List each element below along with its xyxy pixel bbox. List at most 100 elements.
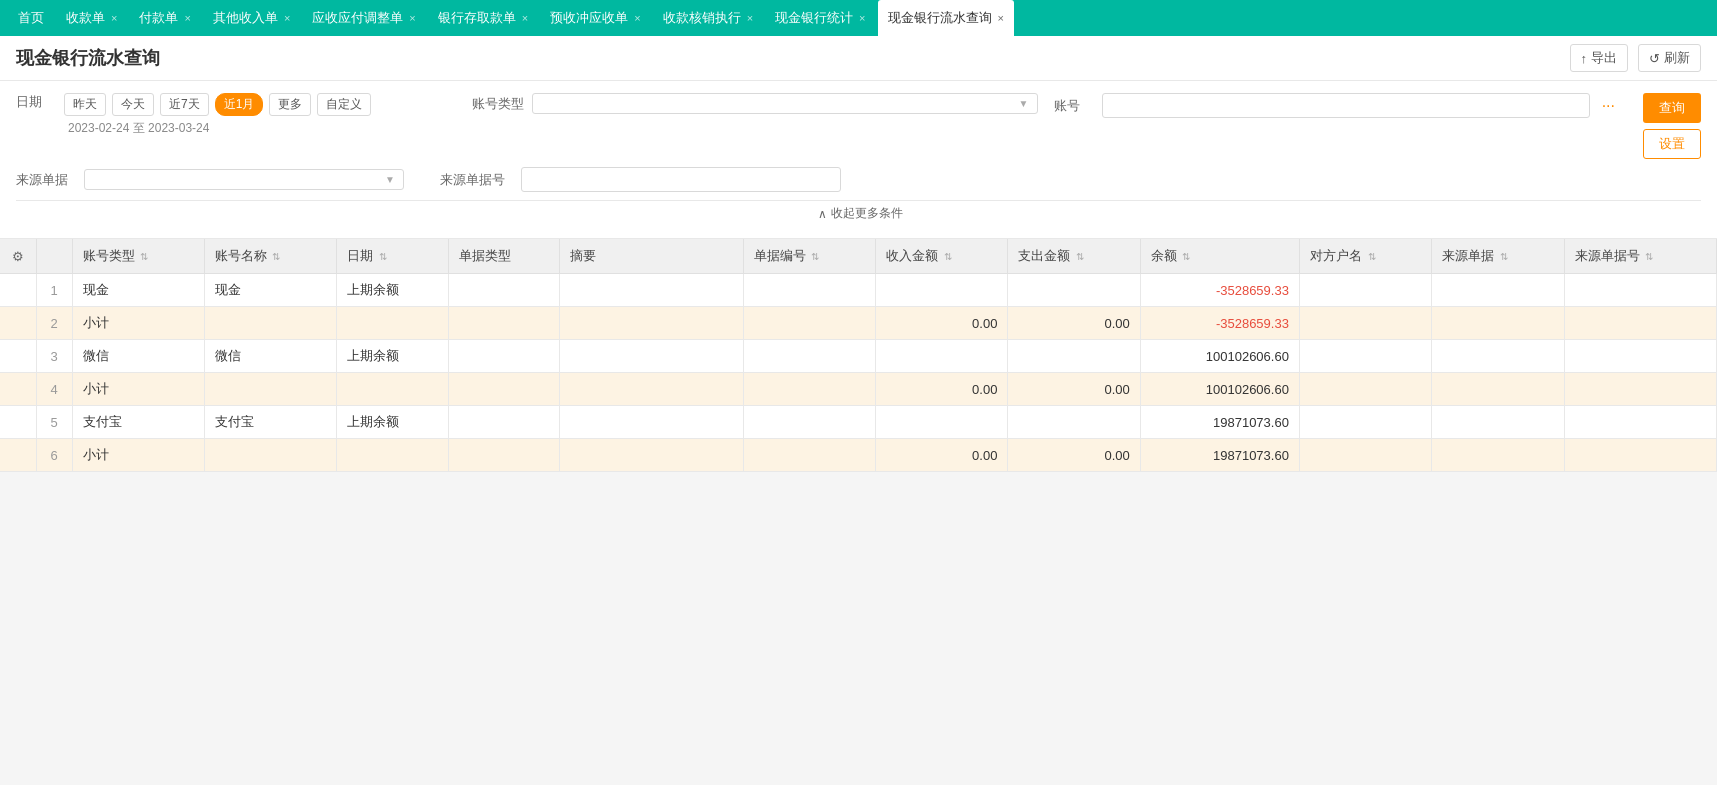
date-more[interactable]: 更多 — [269, 93, 311, 116]
td-account-name: 微信 — [204, 340, 336, 373]
close-icon[interactable]: × — [111, 12, 117, 24]
query-button[interactable]: 查询 — [1643, 93, 1701, 123]
th-source-doc[interactable]: 来源单据 ⇅ — [1432, 239, 1564, 274]
table-row: 4 小计 0.00 0.00 100102606.60 — [0, 373, 1717, 406]
td-date — [337, 373, 449, 406]
th-account-type[interactable]: 账号类型 ⇅ — [72, 239, 204, 274]
settings-button[interactable]: 设置 — [1643, 129, 1701, 159]
date-custom[interactable]: 自定义 — [317, 93, 371, 116]
nav-cash-stats[interactable]: 现金银行统计 × — [765, 0, 875, 36]
td-counterparty — [1299, 439, 1431, 472]
td-counterparty — [1299, 406, 1431, 439]
td-settings — [0, 340, 36, 373]
th-date[interactable]: 日期 ⇅ — [337, 239, 449, 274]
td-settings — [0, 406, 36, 439]
td-source-doc-num — [1564, 373, 1716, 406]
date-label: 日期 — [16, 93, 56, 111]
td-num: 1 — [36, 274, 72, 307]
th-source-doc-num[interactable]: 来源单据号 ⇅ — [1564, 239, 1716, 274]
th-num — [36, 239, 72, 274]
td-income — [876, 274, 1008, 307]
refresh-button[interactable]: ↺ 刷新 — [1638, 44, 1701, 72]
td-expense — [1008, 274, 1140, 307]
nav-verify[interactable]: 收款核销执行 × — [653, 0, 763, 36]
td-source-doc — [1432, 406, 1564, 439]
td-expense — [1008, 406, 1140, 439]
th-settings[interactable]: ⚙ — [0, 239, 36, 274]
td-settings — [0, 373, 36, 406]
export-icon: ↑ — [1581, 51, 1588, 66]
td-doc-type — [448, 373, 560, 406]
td-balance: 19871073.60 — [1140, 439, 1299, 472]
th-doc-number[interactable]: 单据编号 ⇅ — [743, 239, 875, 274]
account-input[interactable] — [1102, 93, 1590, 118]
nav-prepay[interactable]: 预收冲应收单 × — [540, 0, 650, 36]
td-summary — [560, 439, 743, 472]
chevron-down-icon: ▼ — [1019, 98, 1029, 109]
close-icon[interactable]: × — [284, 12, 290, 24]
td-balance: -3528659.33 — [1140, 274, 1299, 307]
td-settings — [0, 307, 36, 340]
export-button[interactable]: ↑ 导出 — [1570, 44, 1629, 72]
th-expense[interactable]: 支出金额 ⇅ — [1008, 239, 1140, 274]
table-row: 1 现金 现金 上期余额 -3528659.33 — [0, 274, 1717, 307]
date-1month[interactable]: 近1月 — [215, 93, 264, 116]
table-row: 6 小计 0.00 0.00 19871073.60 — [0, 439, 1717, 472]
source-doc-label: 来源单据 — [16, 171, 68, 189]
date-today[interactable]: 今天 — [112, 93, 154, 116]
table-row: 5 支付宝 支付宝 上期余额 19871073.60 — [0, 406, 1717, 439]
collapse-up-icon: ∧ — [818, 207, 827, 221]
page-header: 现金银行流水查询 ↑ 导出 ↺ 刷新 — [0, 36, 1717, 81]
dots-icon[interactable]: ··· — [1598, 97, 1619, 115]
close-icon[interactable]: × — [747, 12, 753, 24]
nav-bank-deposit[interactable]: 银行存取款单 × — [428, 0, 538, 36]
close-icon[interactable]: × — [184, 12, 190, 24]
account-type-select[interactable]: ▼ — [532, 93, 1038, 114]
table-row: 2 小计 0.00 0.00 -3528659.33 — [0, 307, 1717, 340]
nav-other-income[interactable]: 其他收入单 × — [203, 0, 300, 36]
td-income — [876, 340, 1008, 373]
td-expense — [1008, 340, 1140, 373]
td-source-doc — [1432, 373, 1564, 406]
td-doc-type — [448, 274, 560, 307]
nav-cash-flow[interactable]: 现金银行流水查询 × — [878, 0, 1014, 36]
td-settings — [0, 439, 36, 472]
td-account-name — [204, 307, 336, 340]
nav-payment[interactable]: 付款单 × — [129, 0, 200, 36]
source-doc-select[interactable]: ▼ — [84, 169, 404, 190]
td-expense: 0.00 — [1008, 307, 1140, 340]
td-doc-type — [448, 406, 560, 439]
td-summary — [560, 406, 743, 439]
th-balance[interactable]: 余额 ⇅ — [1140, 239, 1299, 274]
table-body: 1 现金 现金 上期余额 -3528659.33 2 小计 0.00 0.00 … — [0, 274, 1717, 472]
nav-receipt[interactable]: 收款单 × — [56, 0, 127, 36]
date-yesterday[interactable]: 昨天 — [64, 93, 106, 116]
table-container: ⚙ 账号类型 ⇅ 账号名称 ⇅ 日期 ⇅ 单据类型 摘要 单据编号 ⇅ 收入金额… — [0, 239, 1717, 472]
close-icon[interactable]: × — [409, 12, 415, 24]
nav-home[interactable]: 首页 — [8, 0, 54, 36]
top-nav: 首页 收款单 × 付款单 × 其他收入单 × 应收应付调整单 × 银行存取款单 … — [0, 0, 1717, 36]
td-doc-number — [743, 373, 875, 406]
close-icon[interactable]: × — [634, 12, 640, 24]
td-source-doc — [1432, 340, 1564, 373]
td-counterparty — [1299, 274, 1431, 307]
close-icon[interactable]: × — [998, 12, 1004, 24]
td-account-name: 支付宝 — [204, 406, 336, 439]
source-doc-num-input[interactable] — [521, 167, 841, 192]
td-summary — [560, 373, 743, 406]
td-source-doc-num — [1564, 340, 1716, 373]
collapse-bar[interactable]: ∧ 收起更多条件 — [16, 200, 1701, 226]
close-icon[interactable]: × — [859, 12, 865, 24]
th-income[interactable]: 收入金额 ⇅ — [876, 239, 1008, 274]
th-counterparty[interactable]: 对方户名 ⇅ — [1299, 239, 1431, 274]
refresh-icon: ↺ — [1649, 51, 1660, 66]
nav-adjust[interactable]: 应收应付调整单 × — [302, 0, 425, 36]
th-account-name[interactable]: 账号名称 ⇅ — [204, 239, 336, 274]
td-num: 3 — [36, 340, 72, 373]
td-account-type: 支付宝 — [72, 406, 204, 439]
td-num: 2 — [36, 307, 72, 340]
td-source-doc — [1432, 307, 1564, 340]
close-icon[interactable]: × — [522, 12, 528, 24]
date-7days[interactable]: 近7天 — [160, 93, 209, 116]
td-doc-type — [448, 340, 560, 373]
